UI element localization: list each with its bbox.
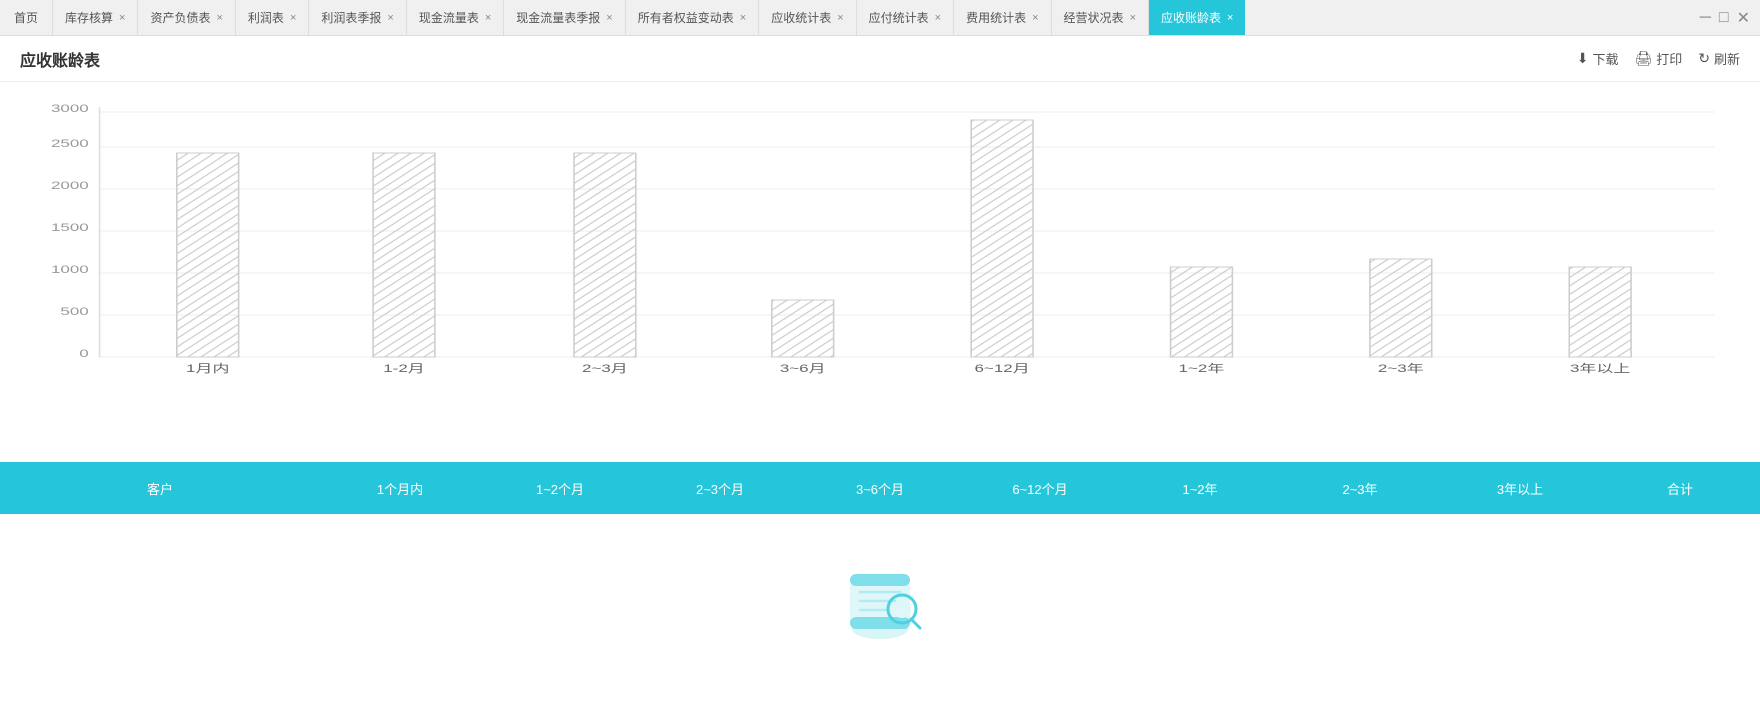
tab-lirun-close[interactable]: × [290, 12, 296, 24]
svg-text:500: 500 [60, 306, 88, 318]
refresh-icon: ↻ [1698, 50, 1710, 67]
svg-text:0: 0 [79, 348, 88, 360]
tab-lirunji-label: 利润表季报 [321, 9, 381, 26]
print-label: 打印 [1656, 49, 1682, 68]
download-icon: ⬇ [1577, 50, 1589, 67]
page-title: 应收账龄表 [20, 47, 100, 71]
tab-jingying[interactable]: 经营状况表 × [1052, 0, 1149, 36]
table-header: 客户 1个月内 1~2个月 2~3个月 3~6个月 6~12个月 1~2年 2~… [0, 462, 1760, 514]
tab-kucun[interactable]: 库存核算 × [53, 0, 138, 36]
tab-xianjin-close[interactable]: × [485, 12, 491, 24]
download-button[interactable]: ⬇ 下载 [1577, 49, 1619, 68]
main-content: 0 500 1000 1500 2000 2500 3000 1月内 1-2月 [0, 82, 1760, 720]
tab-suoyou[interactable]: 所有者权益变动表 × [626, 0, 759, 36]
tab-xianjin-label: 现金流量表 [419, 9, 479, 26]
bar-5 [971, 120, 1033, 357]
tab-yingshou[interactable]: 应收统计表 × [759, 0, 856, 36]
col-3-6month: 3~6个月 [800, 479, 960, 498]
col-2-3year: 2~3年 [1280, 479, 1440, 498]
chart-area: 0 500 1000 1500 2000 2500 3000 1月内 1-2月 [0, 82, 1760, 462]
refresh-label: 刷新 [1714, 49, 1740, 68]
tab-yingshoulingling-label: 应收账龄表 [1161, 9, 1221, 26]
svg-text:3年以上: 3年以上 [1570, 362, 1630, 375]
tab-xianjin[interactable]: 现金流量表 × [407, 0, 504, 36]
tab-jingying-label: 经营状况表 [1064, 9, 1124, 26]
svg-text:6~12月: 6~12月 [974, 363, 1029, 375]
col-2-3month: 2~3个月 [640, 479, 800, 498]
tab-yingfu-close[interactable]: × [935, 12, 941, 24]
col-1-2year: 1~2年 [1120, 479, 1280, 498]
tab-feiyong-label: 费用统计表 [966, 9, 1026, 26]
tab-suoyou-label: 所有者权益变动表 [638, 9, 734, 26]
bar-4 [772, 300, 834, 357]
svg-text:2000: 2000 [51, 180, 89, 192]
col-1month: 1个月内 [320, 479, 480, 498]
tab-bar-actions: ─ □ ✕ [1690, 8, 1760, 28]
bar-3 [574, 153, 636, 357]
tab-zichan[interactable]: 资产负债表 × [138, 0, 235, 36]
tab-yingfu[interactable]: 应付统计表 × [857, 0, 954, 36]
svg-text:1~2年: 1~2年 [1179, 362, 1225, 375]
tab-lirunji-close[interactable]: × [387, 12, 393, 24]
tab-yingshoulingling-close[interactable]: × [1227, 12, 1233, 24]
tab-xianjinqi[interactable]: 现金流量表季报 × [504, 0, 625, 36]
tab-yingfu-label: 应付统计表 [869, 9, 929, 26]
tab-yingshou-close[interactable]: × [837, 12, 843, 24]
window-maximize-icon[interactable]: □ [1719, 9, 1729, 27]
col-3plus-year: 3年以上 [1440, 479, 1600, 498]
empty-state [0, 514, 1760, 720]
svg-text:1000: 1000 [51, 264, 89, 276]
svg-text:1月内: 1月内 [186, 362, 229, 375]
refresh-button[interactable]: ↻ 刷新 [1698, 49, 1740, 68]
tab-lirun-label: 利润表 [248, 9, 284, 26]
svg-text:2~3月: 2~3月 [582, 363, 628, 375]
header-actions: ⬇ 下载 🖨 打印 ↻ 刷新 [1577, 49, 1740, 68]
svg-text:1500: 1500 [51, 222, 89, 234]
bar-6 [1171, 267, 1233, 357]
svg-text:2500: 2500 [51, 138, 89, 150]
tab-lirunji[interactable]: 利润表季报 × [309, 0, 406, 36]
tab-zichan-label: 资产负债表 [150, 9, 210, 26]
tab-kucun-close[interactable]: × [119, 12, 125, 24]
tab-feiyong[interactable]: 费用统计表 × [954, 0, 1051, 36]
bar-1 [177, 153, 239, 357]
tab-yingshoulingling[interactable]: 应收账龄表 × [1149, 0, 1245, 36]
tab-feiyong-close[interactable]: × [1032, 12, 1038, 24]
tab-home-label: 首页 [14, 9, 38, 26]
tab-xianjinqi-label: 现金流量表季报 [516, 9, 600, 26]
bar-2 [373, 153, 435, 357]
col-customer: 客户 [0, 479, 320, 498]
svg-text:1-2月: 1-2月 [383, 363, 425, 375]
tab-home[interactable]: 首页 [0, 0, 53, 36]
print-icon: 🖨 [1634, 50, 1652, 67]
tab-zichan-close[interactable]: × [216, 12, 222, 24]
tab-suoyou-close[interactable]: × [740, 12, 746, 24]
page-header: 应收账龄表 ⬇ 下载 🖨 打印 ↻ 刷新 [0, 36, 1760, 82]
tab-lirun[interactable]: 利润表 × [236, 0, 309, 36]
svg-text:2~3年: 2~3年 [1378, 362, 1424, 375]
empty-icon [820, 554, 940, 654]
download-label: 下载 [1592, 49, 1618, 68]
col-6-12month: 6~12个月 [960, 479, 1120, 498]
tab-kucun-label: 库存核算 [65, 9, 113, 26]
svg-text:3000: 3000 [51, 103, 89, 115]
bar-8 [1569, 267, 1631, 357]
print-button[interactable]: 🖨 打印 [1634, 49, 1682, 68]
bar-chart: 0 500 1000 1500 2000 2500 3000 1月内 1-2月 [30, 102, 1730, 402]
col-1-2month: 1~2个月 [480, 479, 640, 498]
tab-yingshou-label: 应收统计表 [771, 9, 831, 26]
tab-xianjinqi-close[interactable]: × [606, 12, 612, 24]
tab-jingying-close[interactable]: × [1130, 12, 1136, 24]
window-minimize-icon[interactable]: ─ [1700, 9, 1711, 27]
svg-text:3~6月: 3~6月 [780, 363, 826, 375]
col-total: 合计 [1600, 479, 1760, 498]
bar-7 [1370, 259, 1432, 357]
tab-bar: 首页 库存核算 × 资产负债表 × 利润表 × 利润表季报 × 现金流量表 × … [0, 0, 1760, 36]
window-close-icon[interactable]: ✕ [1737, 8, 1750, 28]
